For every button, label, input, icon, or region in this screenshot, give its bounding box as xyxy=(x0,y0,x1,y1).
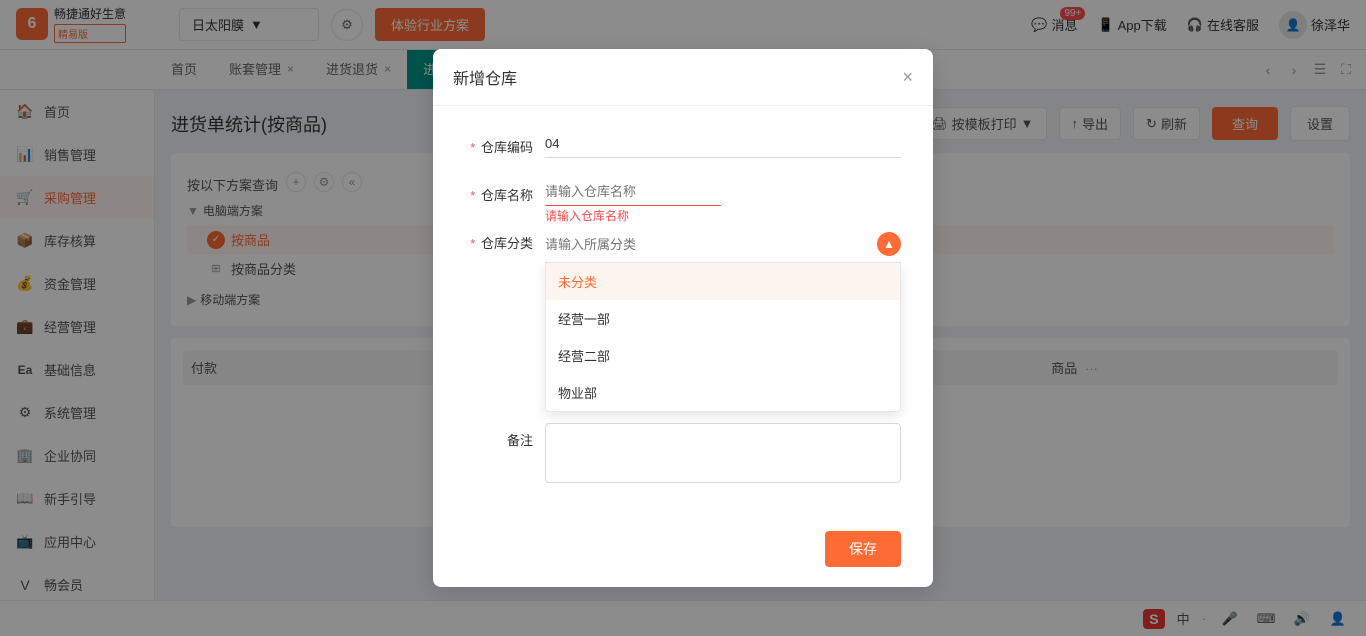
code-input[interactable] xyxy=(545,130,901,158)
category-dropdown-trigger[interactable]: ▲ xyxy=(545,226,901,263)
modal-title: 新增仓库 xyxy=(453,65,517,89)
modal-close-button[interactable]: × xyxy=(902,68,913,86)
dropdown-option-dept2[interactable]: 经营二部 xyxy=(546,337,900,374)
category-dropdown-list: 未分类 经营一部 经营二部 物业部 xyxy=(545,262,901,412)
note-textarea[interactable] xyxy=(545,423,901,483)
code-label: * 仓库编码 xyxy=(465,130,545,156)
dropdown-option-uncategorized[interactable]: 未分类 xyxy=(546,263,900,300)
form-row-note: 备注 xyxy=(465,423,901,483)
modal-body: * 仓库编码 * 仓库名称 请输入仓库名称 xyxy=(433,106,933,519)
modal-overlay[interactable]: 新增仓库 × * 仓库编码 * 仓库名称 xyxy=(0,0,1366,636)
form-row-name: * 仓库名称 请输入仓库名称 xyxy=(465,178,901,206)
modal-header: 新增仓库 × xyxy=(433,49,933,106)
category-input[interactable] xyxy=(545,237,877,252)
required-star-code: * xyxy=(470,140,475,155)
name-error-msg: 请输入仓库名称 xyxy=(545,207,629,224)
name-wrapper xyxy=(545,178,901,206)
note-label: 备注 xyxy=(465,423,545,449)
dropdown-option-dept1[interactable]: 经营一部 xyxy=(546,300,900,337)
modal-footer: 保存 xyxy=(433,519,933,587)
required-star-category: * xyxy=(470,236,475,251)
form-row-category: * 仓库分类 ▲ 未分类 经营一部 xyxy=(465,226,901,263)
dropdown-option-property[interactable]: 物业部 xyxy=(546,374,900,411)
category-wrapper: ▲ 未分类 经营一部 经营二部 物业部 xyxy=(545,226,901,263)
name-label: * 仓库名称 xyxy=(465,178,545,204)
dropdown-arrow-up-icon[interactable]: ▲ xyxy=(877,232,901,256)
form-row-code: * 仓库编码 xyxy=(465,130,901,158)
required-star-name: * xyxy=(470,188,475,203)
name-input[interactable] xyxy=(545,178,721,206)
modal-new-warehouse: 新增仓库 × * 仓库编码 * 仓库名称 xyxy=(433,49,933,587)
save-button[interactable]: 保存 xyxy=(825,531,901,567)
category-label: * 仓库分类 xyxy=(465,226,545,252)
